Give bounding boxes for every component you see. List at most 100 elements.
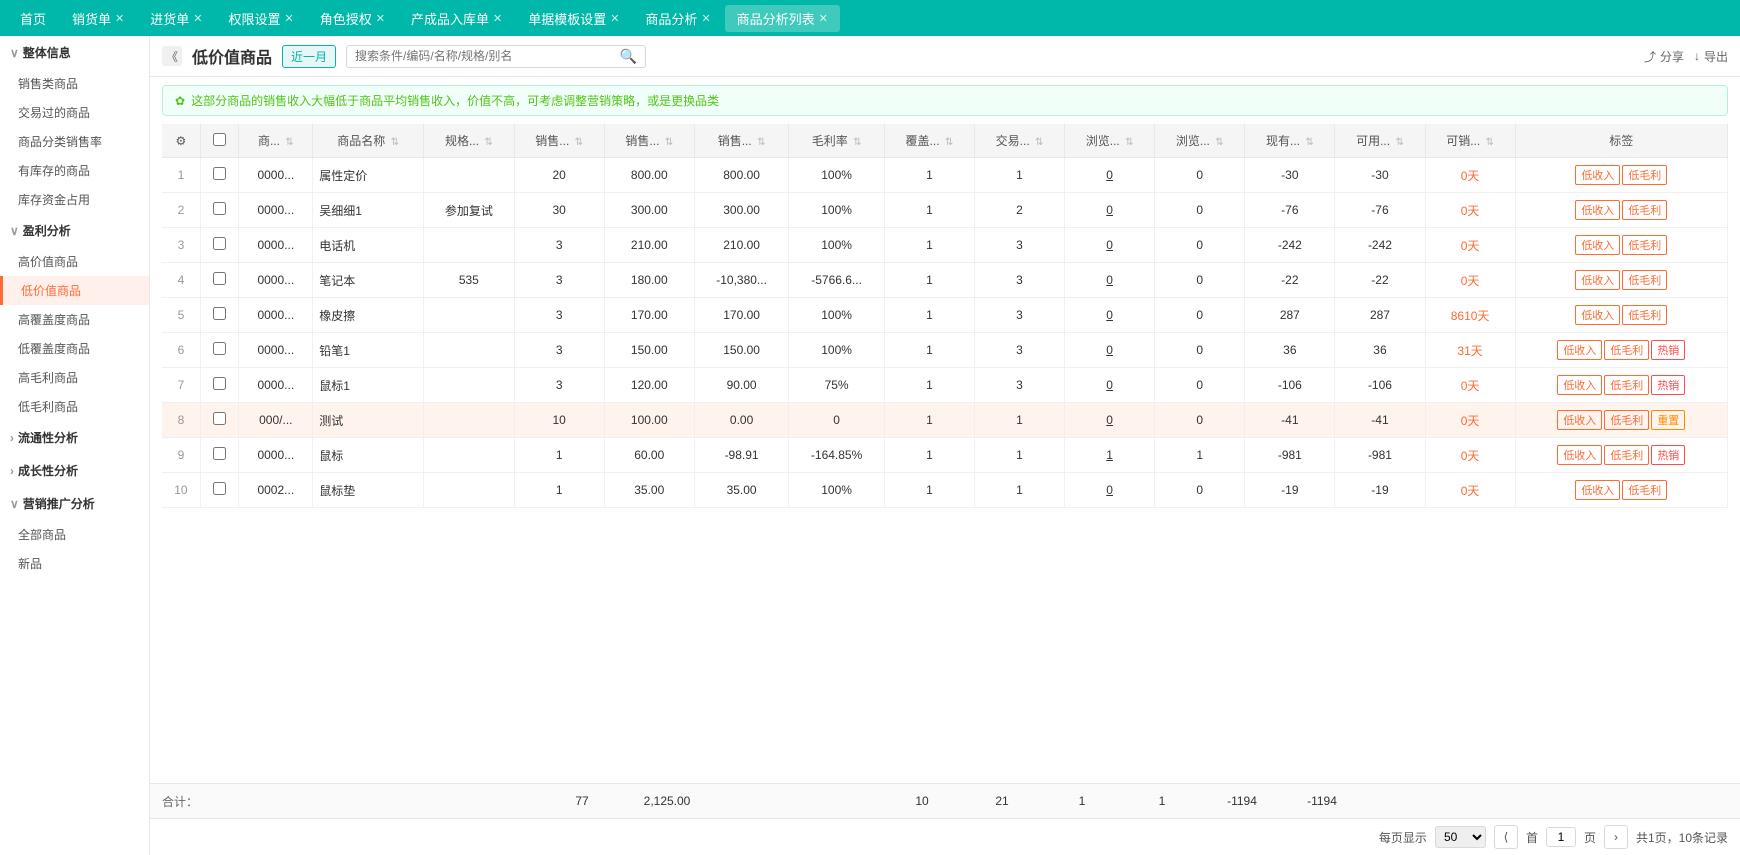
th-coverage[interactable]: 覆盖... ⇅ [884,124,974,158]
row-browse2: 1 [1155,438,1245,473]
row-checkbox[interactable] [213,482,226,495]
sidebar-item-low-coverage[interactable]: 低覆盖度商品 [0,334,149,363]
table-row: 70000...鼠标13120.0090.0075%1300-106-1060天… [162,368,1728,403]
sidebar-item-inventory-capital[interactable]: 库存资金占用 [0,185,149,214]
th-settings[interactable]: ⚙ [162,124,200,158]
sidebar-item-new-products[interactable]: 新品 [0,549,149,578]
nav-product-analysis-list[interactable]: 商品分析列表 ✕ [725,5,840,32]
close-sales-order-icon[interactable]: ✕ [115,12,124,25]
table-row: 30000...电话机3210.00210.00100%1300-242-242… [162,228,1728,263]
table-row: 60000...铅笔13150.00150.00100%1300363631天低… [162,333,1728,368]
footer-browse2-total: 1 [1122,790,1202,812]
sidebar-item-low-value[interactable]: 低价值商品 [0,276,149,305]
first-page-button[interactable]: ⟨ [1494,825,1518,849]
row-checkbox[interactable] [213,307,226,320]
row-checkbox[interactable] [213,202,226,215]
sidebar-group-overview[interactable]: ∨ 整体信息 [0,36,149,69]
close-permissions-icon[interactable]: ✕ [285,12,294,25]
nav-purchase-order[interactable]: 进货单 ✕ [138,5,214,32]
th-browse2[interactable]: 浏览... ⇅ [1155,124,1245,158]
th-browse1[interactable]: 浏览... ⇅ [1065,124,1155,158]
nav-product-analysis[interactable]: 商品分析 ✕ [633,5,722,32]
sidebar-item-category-sales-rate[interactable]: 商品分类销售率 [0,127,149,156]
row-sale3: 150.00 [694,333,789,368]
export-button[interactable]: ↓ 导出 [1694,48,1728,65]
row-browse1[interactable]: 0 [1065,193,1155,228]
nav-home[interactable]: 首页 [8,5,58,32]
close-purchase-order-icon[interactable]: ✕ [193,12,202,25]
sidebar-item-sales-products[interactable]: 销售类商品 [0,69,149,98]
sidebar-item-low-margin[interactable]: 低毛利商品 [0,392,149,421]
row-browse1[interactable]: 0 [1065,298,1155,333]
row-index: 2 [162,193,200,228]
row-checkbox-cell [200,403,239,438]
th-sale2[interactable]: 销售... ⇅ [604,124,694,158]
row-checkbox[interactable] [213,412,226,425]
row-tags: 低收入低毛利 [1515,193,1727,228]
close-product-inbound-icon[interactable]: ✕ [493,12,502,25]
row-available: -22 [1335,263,1425,298]
sidebar-group-marketing[interactable]: ∨ 营销推广分析 [0,487,149,520]
sidebar-item-traded-products[interactable]: 交易过的商品 [0,98,149,127]
th-sale1[interactable]: 销售... ⇅ [514,124,604,158]
nav-sales-order[interactable]: 销货单 ✕ [60,5,136,32]
sidebar-item-all-products[interactable]: 全部商品 [0,520,149,549]
search-icon[interactable]: 🔍 [620,48,637,65]
collapse-sidebar-button[interactable]: 《 [162,46,182,66]
row-checkbox[interactable] [213,342,226,355]
nav-permissions[interactable]: 权限设置 ✕ [216,5,305,32]
row-checkbox[interactable] [213,447,226,460]
close-role-auth-icon[interactable]: ✕ [376,12,385,25]
row-browse1[interactable]: 0 [1065,158,1155,193]
close-product-analysis-list-icon[interactable]: ✕ [819,12,828,25]
sidebar-item-high-coverage[interactable]: 高覆盖度商品 [0,305,149,334]
sidebar-item-high-value[interactable]: 高价值商品 [0,247,149,276]
th-current[interactable]: 现有... ⇅ [1245,124,1335,158]
sidebar-group-circulation[interactable]: › 流通性分析 [0,421,149,454]
row-browse1[interactable]: 0 [1065,228,1155,263]
page-size-select[interactable]: 50 100 200 [1435,826,1486,848]
notice-text: 这部分商品的销售收入大幅低于商品平均销售收入，价值不高，可考虑调整营销策略，或是… [191,92,719,109]
th-gross-rate[interactable]: 毛利率 ⇅ [789,124,885,158]
row-sale1: 1 [514,438,604,473]
th-trade[interactable]: 交易... ⇅ [974,124,1064,158]
row-browse1[interactable]: 0 [1065,368,1155,403]
page-number-input[interactable] [1546,827,1576,847]
sidebar-group-growth[interactable]: › 成长性分析 [0,454,149,487]
nav-role-auth[interactable]: 角色授权 ✕ [308,5,397,32]
th-saleable[interactable]: 可销... ⇅ [1425,124,1515,158]
row-browse2: 0 [1155,263,1245,298]
row-spec [424,333,515,368]
row-browse1[interactable]: 0 [1065,473,1155,508]
share-button[interactable]: ⤴ 分享 [1644,48,1684,65]
row-browse1[interactable]: 0 [1065,263,1155,298]
select-all-checkbox[interactable] [213,133,226,146]
row-browse1[interactable]: 0 [1065,403,1155,438]
th-available[interactable]: 可用... ⇅ [1335,124,1425,158]
row-checkbox[interactable] [213,167,226,180]
th-spec[interactable]: 规格... ⇅ [424,124,515,158]
row-tags: 低收入低毛利热销 [1515,438,1727,473]
row-sale1: 1 [514,473,604,508]
close-template-settings-icon[interactable]: ✕ [610,12,619,25]
row-current: -76 [1245,193,1335,228]
close-product-analysis-icon[interactable]: ✕ [701,12,710,25]
search-input[interactable] [355,49,615,63]
th-sale3[interactable]: 销售... ⇅ [694,124,789,158]
row-checkbox[interactable] [213,377,226,390]
sidebar-group-profit[interactable]: ∨ 盈利分析 [0,214,149,247]
nav-product-inbound[interactable]: 产成品入库单 ✕ [399,5,514,32]
next-page-button[interactable]: › [1604,825,1628,849]
th-code[interactable]: 商... ⇅ [239,124,313,158]
sidebar-item-instock-products[interactable]: 有库存的商品 [0,156,149,185]
filter-recent-month-button[interactable]: 近一月 [282,45,336,68]
row-checkbox[interactable] [213,272,226,285]
nav-template-settings[interactable]: 单据模板设置 ✕ [516,5,631,32]
th-name[interactable]: 商品名称 ⇅ [313,124,424,158]
content-area: 《 低价值商品 近一月 🔍 ⤴ 分享 ↓ 导出 ✿ 这部分商品的销售收入大幅 [150,36,1740,855]
sidebar-item-high-margin[interactable]: 高毛利商品 [0,363,149,392]
table-footer: 合计： 77 2,125.00 10 21 1 1 -1194 -1194 [150,783,1740,818]
row-checkbox[interactable] [213,237,226,250]
row-browse1[interactable]: 1 [1065,438,1155,473]
row-browse1[interactable]: 0 [1065,333,1155,368]
